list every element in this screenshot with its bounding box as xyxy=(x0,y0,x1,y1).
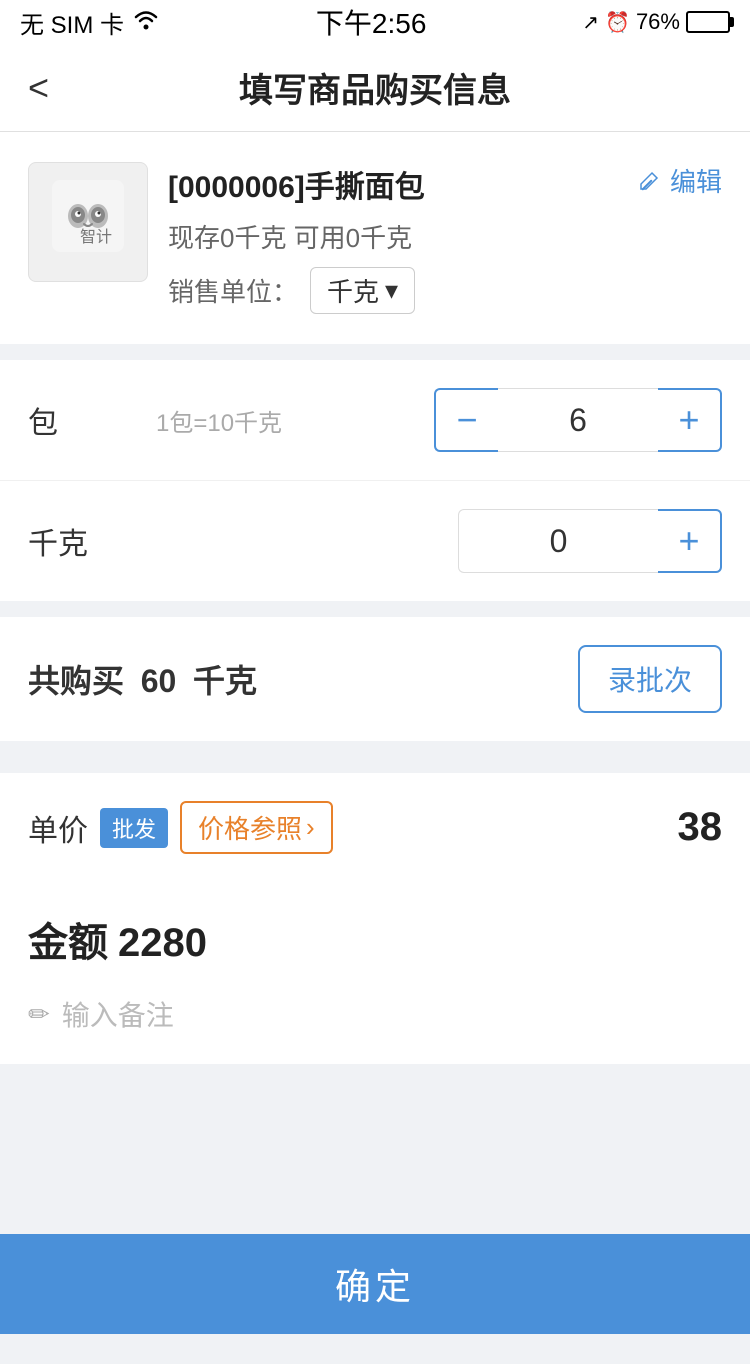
total-amount: 60 xyxy=(141,663,177,699)
note-placeholder: 输入备注 xyxy=(62,994,174,1034)
amount-label: 金额 2280 xyxy=(28,910,722,968)
battery-icon xyxy=(686,11,730,33)
pencil-icon: ✏ xyxy=(28,999,50,1030)
price-badge: 批发 xyxy=(100,808,168,848)
amount-row: 金额 2280 ✏ 输入备注 xyxy=(0,882,750,1064)
kg-increment-button[interactable]: + xyxy=(658,509,722,573)
unit-chevron-icon: ▾ xyxy=(385,275,398,306)
unit-label: 销售单位： xyxy=(168,272,298,309)
product-unit-row: 销售单位： 千克 ▾ xyxy=(168,267,722,314)
price-label: 单价 xyxy=(28,806,88,850)
status-indicators: ↗ ⏰ 76% xyxy=(582,9,730,35)
product-card: 智计 [0000006]手撕面包 现存0千克 可用0千克 销售单位： 千克 ▾ … xyxy=(0,132,750,344)
amount-value: 2280 xyxy=(118,921,207,965)
price-reference-button[interactable]: 价格参照 › xyxy=(180,801,333,854)
chevron-right-icon: › xyxy=(306,812,315,843)
bag-quantity-input[interactable]: 6 xyxy=(498,388,658,452)
carrier-text: 无 SIM 卡 xyxy=(20,5,124,40)
edit-label: 编辑 xyxy=(670,162,722,199)
kg-label: 千克 xyxy=(28,519,148,563)
bag-input-row: 包 1包=10千克 − 6 + xyxy=(0,360,750,481)
bag-hint: 1包=10千克 xyxy=(156,403,434,438)
wifi-icon xyxy=(132,8,160,37)
alarm-icon: ⏰ xyxy=(605,10,630,35)
price-value: 38 xyxy=(678,805,723,850)
back-button[interactable]: < xyxy=(28,67,49,109)
bag-label: 包 xyxy=(28,398,148,442)
product-stock: 现存0千克 可用0千克 xyxy=(168,218,722,255)
kg-input-row: 千克 + xyxy=(0,481,750,601)
bag-decrement-button[interactable]: − xyxy=(434,388,498,452)
price-section: 单价 批发 价格参照 › 38 xyxy=(0,773,750,882)
bag-increment-button[interactable]: + xyxy=(658,388,722,452)
unit-selector[interactable]: 千克 ▾ xyxy=(310,267,415,314)
confirm-button[interactable]: 确定 xyxy=(0,1234,750,1334)
unit-value: 千克 xyxy=(327,272,379,309)
product-thumbnail: 智计 xyxy=(28,162,148,282)
status-bar: 无 SIM 卡 下午2:56 ↗ ⏰ 76% xyxy=(0,0,750,44)
kg-quantity-input[interactable] xyxy=(458,509,658,573)
battery-percent: 76% xyxy=(636,9,680,35)
status-time: 下午2:56 xyxy=(316,2,427,42)
page-title: 填写商品购买信息 xyxy=(239,63,511,112)
product-logo-icon: 智计 xyxy=(52,180,124,264)
status-carrier: 无 SIM 卡 xyxy=(20,5,160,40)
note-row[interactable]: ✏ 输入备注 xyxy=(28,984,722,1044)
svg-text:智计: 智计 xyxy=(80,228,112,246)
total-row: 共购买 60 千克 录批次 xyxy=(0,617,750,741)
divider-1 xyxy=(0,757,750,773)
nav-bar: < 填写商品购买信息 xyxy=(0,44,750,132)
bag-qty-control: − 6 + xyxy=(434,388,722,452)
kg-qty-control: + xyxy=(458,509,722,573)
batch-button[interactable]: 录批次 xyxy=(578,645,722,713)
edit-button[interactable]: 编辑 xyxy=(638,162,722,199)
price-row: 单价 批发 价格参照 › 38 xyxy=(28,801,722,854)
quantity-section: 包 1包=10千克 − 6 + 千克 + xyxy=(0,360,750,601)
total-text: 共购买 60 千克 xyxy=(28,656,257,702)
location-icon: ↗ xyxy=(582,10,599,35)
